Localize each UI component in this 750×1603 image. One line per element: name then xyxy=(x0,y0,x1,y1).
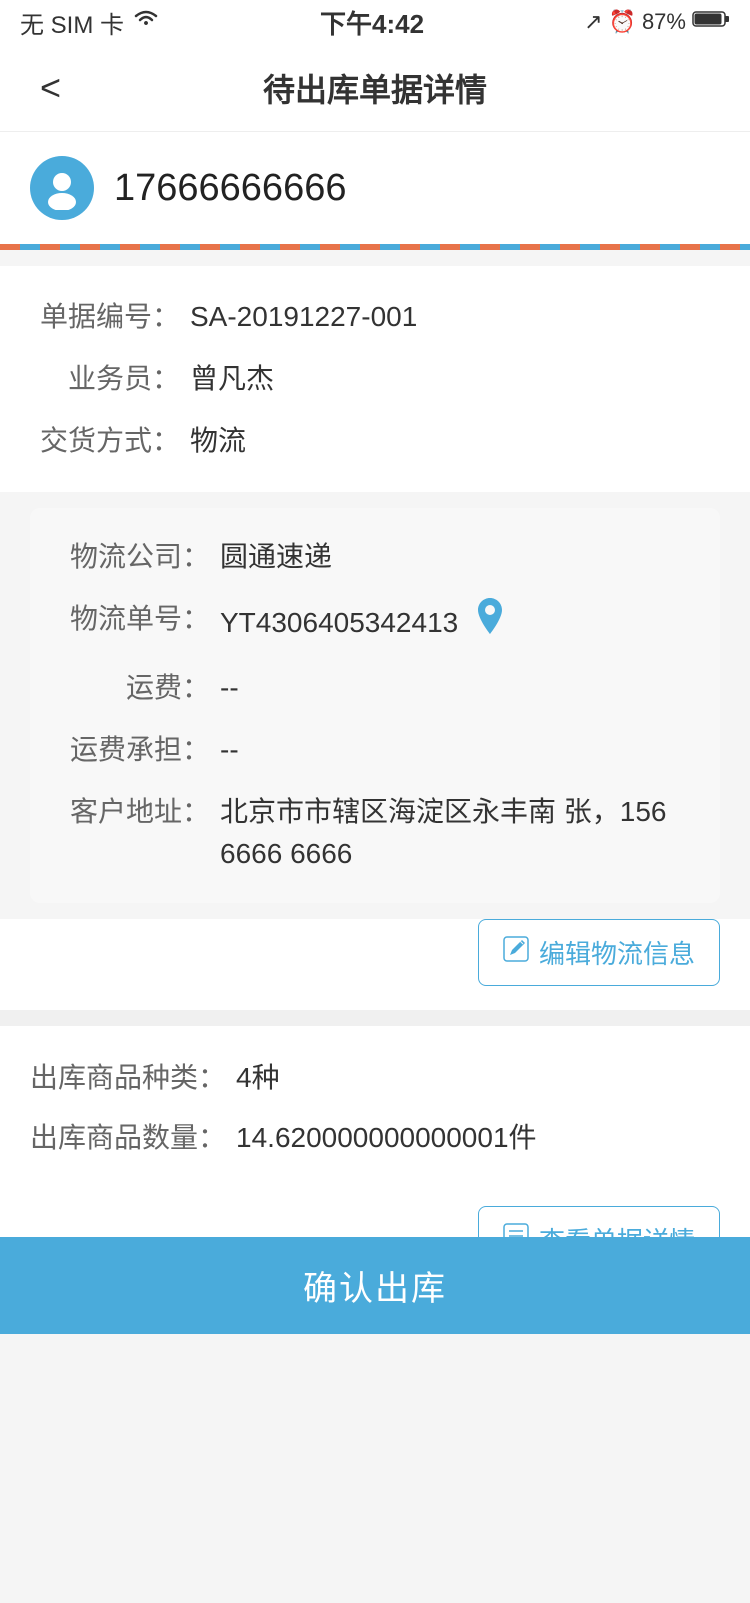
customer-header: 17666666666 xyxy=(0,132,750,244)
freight-bearer-label: 运费承担： xyxy=(60,729,210,771)
delivery-method-row: 交货方式： 物流 xyxy=(30,420,720,462)
document-number-label: 单据编号： xyxy=(30,296,180,338)
edit-logistics-label: 编辑物流信息 xyxy=(539,934,695,971)
sales-person-label: 业务员： xyxy=(30,358,180,400)
address-label: 客户地址： xyxy=(60,791,210,833)
freight-label: 运费： xyxy=(60,667,210,709)
tracking-value: YT4306405342413 xyxy=(210,598,690,647)
confirm-btn-container: 确认出库 xyxy=(0,1237,750,1334)
logistics-company-row: 物流公司： 圆通速递 xyxy=(60,536,690,578)
alarm-icon: ⏰ xyxy=(609,9,636,35)
dashed-divider xyxy=(0,244,750,250)
battery-icon xyxy=(692,9,730,35)
tracking-label: 物流单号： xyxy=(60,598,210,640)
address-value: 北京市市辖区海淀区永丰南 张，156 6666 6666 xyxy=(210,791,690,875)
document-number-row: 单据编号： SA-20191227-001 xyxy=(30,296,720,338)
section-divider xyxy=(0,1010,750,1026)
avatar xyxy=(30,156,94,220)
delivery-method-value: 物流 xyxy=(180,420,720,462)
document-number-value: SA-20191227-001 xyxy=(180,296,720,338)
battery-label: 87% xyxy=(642,9,686,35)
product-section: 出库商品种类： 4种 出库商品数量： 14.620000000000001件 xyxy=(0,1026,750,1196)
sales-person-row: 业务员： 曾凡杰 xyxy=(30,358,720,400)
tracking-number: YT4306405342413 xyxy=(220,602,458,644)
edit-logistics-button[interactable]: 编辑物流信息 xyxy=(478,919,720,986)
freight-row: 运费： -- xyxy=(60,667,690,709)
freight-bearer-value: -- xyxy=(210,729,690,771)
wifi-icon xyxy=(132,8,160,36)
address-row: 客户地址： 北京市市辖区海淀区永丰南 张，156 6666 6666 xyxy=(60,791,690,875)
logistics-company-label: 物流公司： xyxy=(60,536,210,578)
carrier-label: 无 SIM 卡 xyxy=(20,5,124,40)
product-types-row: 出库商品种类： 4种 xyxy=(30,1056,720,1096)
product-quantity-label: 出库商品数量： xyxy=(30,1116,226,1156)
nav-bar: < 待出库单据详情 xyxy=(0,44,750,132)
delivery-method-label: 交货方式： xyxy=(30,420,180,462)
status-right: ↗ ⏰ 87% xyxy=(584,9,730,35)
product-quantity-value: 14.620000000000001件 xyxy=(226,1116,537,1156)
status-left: 无 SIM 卡 xyxy=(20,5,160,40)
location-status-icon: ↗ xyxy=(584,9,602,35)
product-types-label: 出库商品种类： xyxy=(30,1056,226,1096)
edit-btn-container: 编辑物流信息 xyxy=(0,919,750,1010)
freight-value: -- xyxy=(210,667,690,709)
product-types-value: 4种 xyxy=(226,1056,280,1096)
logistics-company-value: 圆通速递 xyxy=(210,536,690,578)
freight-bearer-row: 运费承担： -- xyxy=(60,729,690,771)
tracking-location-icon[interactable] xyxy=(474,598,506,647)
back-button[interactable]: < xyxy=(30,57,71,119)
edit-icon xyxy=(503,936,529,969)
sales-person-value: 曾凡杰 xyxy=(180,358,720,400)
document-info-section: 单据编号： SA-20191227-001 业务员： 曾凡杰 交货方式： 物流 xyxy=(0,266,750,492)
confirm-button[interactable]: 确认出库 xyxy=(303,1261,447,1310)
product-quantity-row: 出库商品数量： 14.620000000000001件 xyxy=(30,1116,720,1156)
tracking-row: 物流单号： YT4306405342413 xyxy=(60,598,690,647)
page-title: 待出库单据详情 xyxy=(263,65,487,111)
status-bar: 无 SIM 卡 下午4:42 ↗ ⏰ 87% xyxy=(0,0,750,44)
logistics-card: 物流公司： 圆通速递 物流单号： YT4306405342413 运费： -- xyxy=(30,508,720,903)
customer-phone: 17666666666 xyxy=(114,167,346,210)
status-time: 下午4:42 xyxy=(320,4,424,41)
